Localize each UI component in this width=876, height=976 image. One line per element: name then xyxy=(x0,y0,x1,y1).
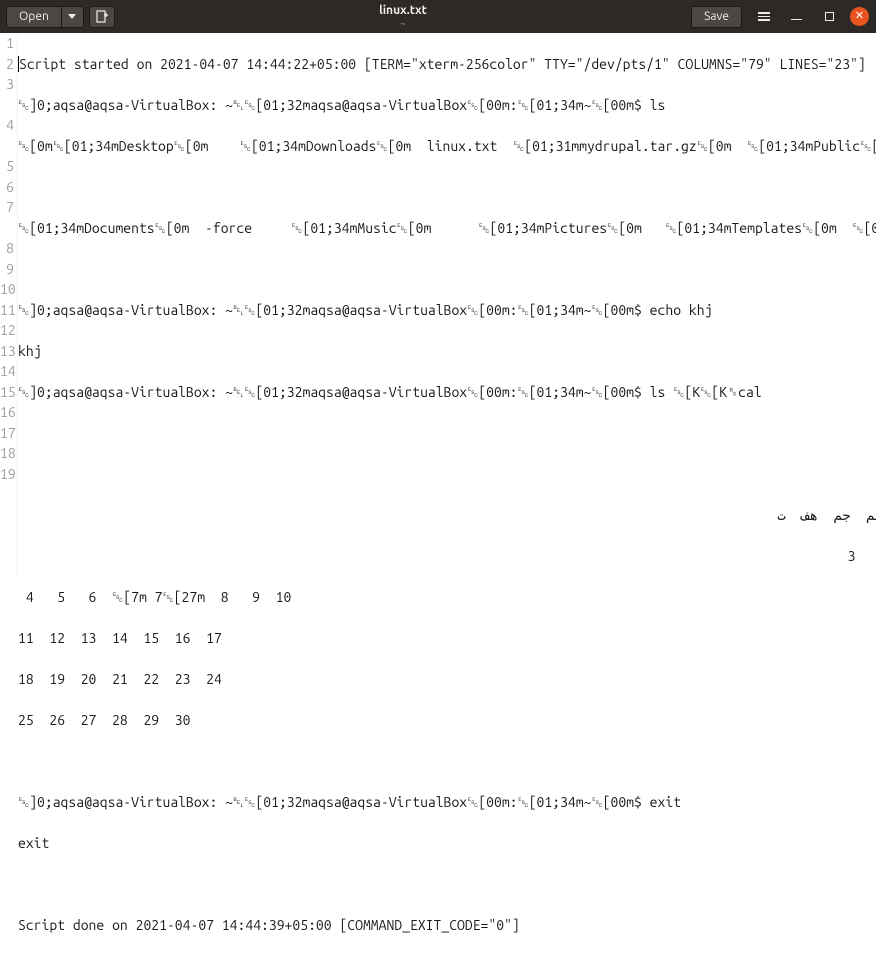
text-line: khj xyxy=(18,341,876,362)
close-icon: ✕ xyxy=(850,7,869,26)
hamburger-icon xyxy=(758,12,770,21)
text-line: 1 2 3 xyxy=(18,546,876,567)
new-document-icon xyxy=(95,10,109,24)
open-label: Open xyxy=(19,10,49,23)
text-line: ␛[01;34mDocuments␛[0m -force ␛[01;34mMus… xyxy=(18,218,876,239)
text-line xyxy=(18,259,876,280)
close-button[interactable]: ✕ xyxy=(850,7,869,26)
document-path: ~ xyxy=(400,18,406,29)
line-number-gutter: 1 2 3 4 5 6 7 8 9 10 11 12 13 14 15 16 1… xyxy=(0,33,18,579)
maximize-icon xyxy=(825,12,834,21)
text-line: ␛]0;aqsa@aqsa-VirtualBox: ~␇␛[01;32maqsa… xyxy=(18,300,876,321)
chevron-down-icon xyxy=(68,14,76,19)
text-line: 4 5 6 ␛[7m 7␛[27m 8 9 10 xyxy=(18,587,876,608)
text-line: Script done on 2021-04-07 14:44:39+05:00… xyxy=(18,915,876,936)
minimize-icon xyxy=(791,19,802,21)
title-bar: Open linux.txt ~ Save ✕ xyxy=(0,0,876,33)
text-line: 25 26 27 28 29 30 xyxy=(18,710,876,731)
save-button[interactable]: Save xyxy=(691,6,742,28)
text-line xyxy=(18,874,876,895)
text-line: ا پ من بد جم جم هف ت xyxy=(18,505,876,526)
text-line: exit xyxy=(18,833,876,854)
text-line: ␛[0m␛[01;34mDesktop␛[0m ␛[01;34mDownload… xyxy=(18,136,876,157)
text-line: ␛]0;aqsa@aqsa-VirtualBox: ~␇␛[01;32maqsa… xyxy=(18,95,876,116)
text-line: اپريل 2021 xyxy=(18,464,876,485)
minimize-button[interactable] xyxy=(783,6,810,28)
title-area: linux.txt ~ xyxy=(115,0,691,33)
save-label: Save xyxy=(704,10,729,23)
editor-area[interactable]: 1 2 3 4 5 6 7 8 9 10 11 12 13 14 15 16 1… xyxy=(0,33,876,579)
text-line: 18 19 20 21 22 23 24 xyxy=(18,669,876,690)
new-tab-button[interactable] xyxy=(89,6,115,28)
text-line: Script started on 2021-04-07 14:44:22+05… xyxy=(18,54,876,75)
open-button[interactable]: Open xyxy=(6,6,62,28)
text-line: ␛]0;aqsa@aqsa-VirtualBox: ~␇␛[01;32maqsa… xyxy=(18,382,876,403)
text-line xyxy=(18,423,876,444)
text-content[interactable]: Script started on 2021-04-07 14:44:22+05… xyxy=(18,33,876,579)
document-title: linux.txt xyxy=(379,4,427,17)
text-line: 11 12 13 14 15 16 17 xyxy=(18,628,876,649)
text-line xyxy=(18,177,876,198)
text-line xyxy=(18,751,876,772)
open-recent-button[interactable] xyxy=(62,6,84,28)
maximize-button[interactable] xyxy=(816,6,843,28)
text-line: ␛]0;aqsa@aqsa-VirtualBox: ~␇␛[01;32maqsa… xyxy=(18,792,876,813)
hamburger-menu-button[interactable] xyxy=(750,6,777,28)
